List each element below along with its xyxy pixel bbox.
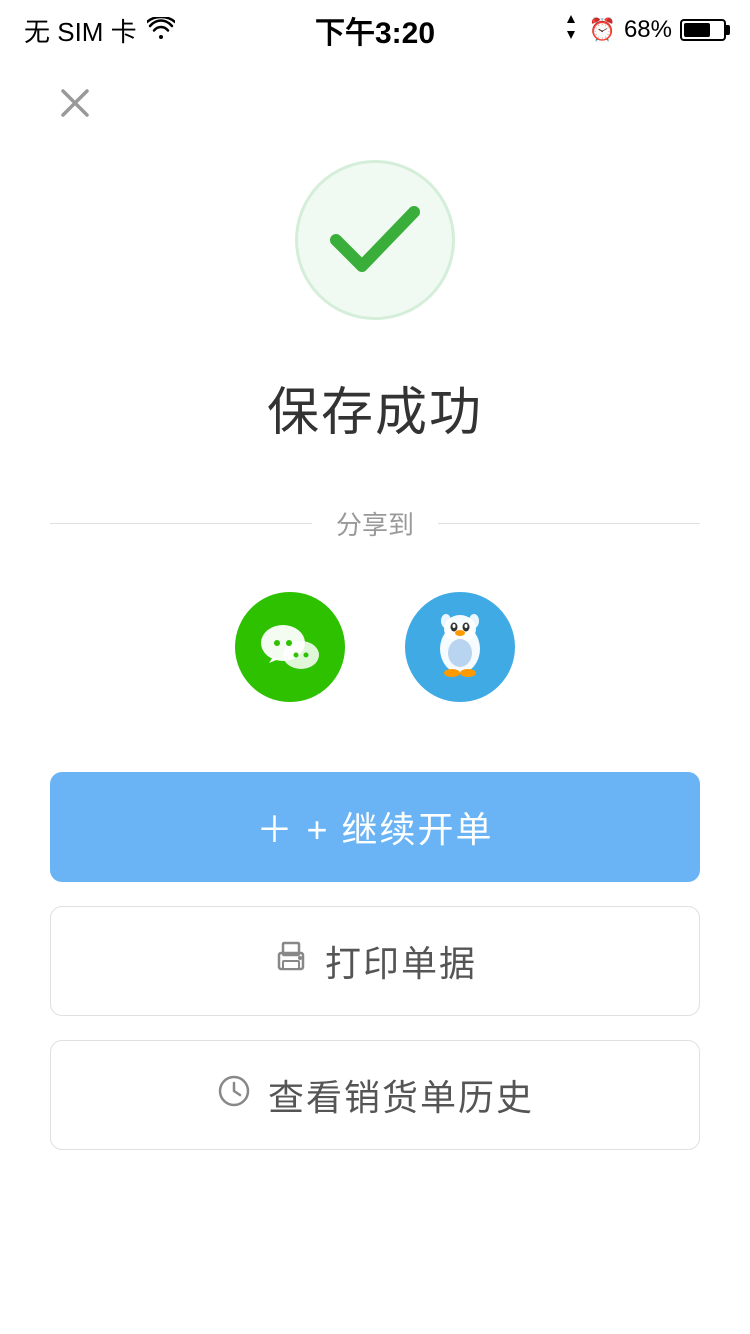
wechat-share-button[interactable] <box>235 592 345 702</box>
close-button[interactable] <box>50 78 100 128</box>
share-icons-container <box>235 592 515 702</box>
plus-icon: ＋ <box>256 801 294 853</box>
share-divider: 分享到 <box>50 505 700 542</box>
action-buttons: ＋ + 继续开单 打印单据 查看销货单历史 <box>50 772 700 1150</box>
location-icon <box>561 15 581 46</box>
status-bar: 无 SIM 卡 下午3:20 ⏰ 68% <box>0 0 750 60</box>
status-right: ⏰ 68% <box>561 15 726 46</box>
history-icon <box>216 1073 252 1118</box>
success-title: 保存成功 <box>267 370 483 445</box>
wifi-icon <box>147 15 175 46</box>
history-button[interactable]: 查看销货单历史 <box>50 1040 700 1150</box>
close-icon <box>59 87 91 119</box>
checkmark-icon <box>330 204 420 276</box>
alarm-icon: ⏰ <box>589 17 616 43</box>
qq-share-button[interactable] <box>405 592 515 702</box>
battery-percent: 68% <box>624 16 672 44</box>
status-left: 无 SIM 卡 <box>24 12 175 49</box>
print-icon <box>273 939 309 984</box>
status-time: 下午3:20 <box>315 8 435 52</box>
share-label: 分享到 <box>312 505 438 542</box>
qq-icon <box>430 613 490 681</box>
divider-left <box>50 523 312 524</box>
wechat-icon <box>257 617 323 677</box>
battery-indicator <box>680 19 726 41</box>
success-icon-circle <box>295 160 455 320</box>
continue-button[interactable]: ＋ + 继续开单 <box>50 772 700 882</box>
divider-right <box>438 523 700 524</box>
print-button[interactable]: 打印单据 <box>50 906 700 1016</box>
print-label: 打印单据 <box>325 935 477 987</box>
history-label: 查看销货单历史 <box>268 1069 534 1121</box>
main-content: 保存成功 分享到 <box>0 60 750 1150</box>
continue-label: + 继续开单 <box>306 801 493 853</box>
sim-text: 无 SIM 卡 <box>24 12 137 49</box>
